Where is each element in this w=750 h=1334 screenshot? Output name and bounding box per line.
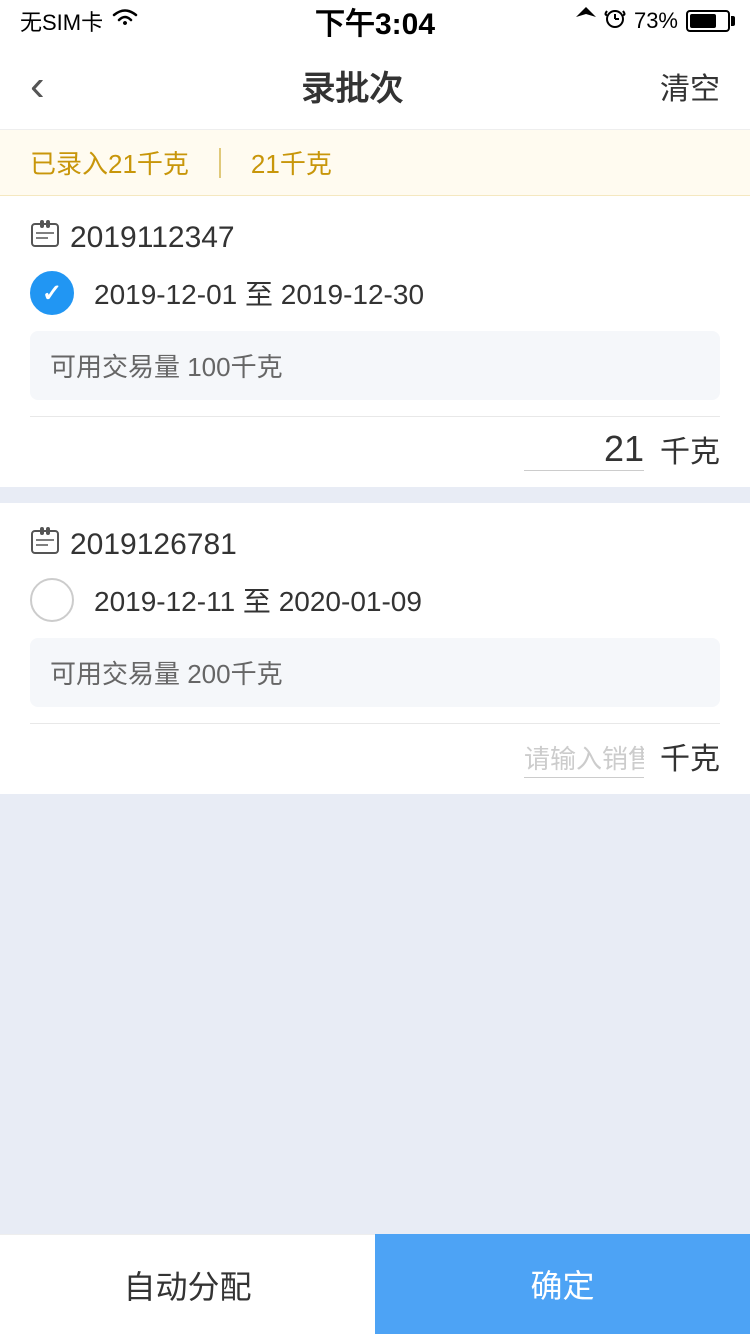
batch-1-header: 2019112347	[0, 196, 750, 263]
auto-distribute-button[interactable]: 自动分配	[0, 1234, 375, 1334]
batch-1-avail: 可用交易量 100千克	[30, 331, 720, 400]
confirm-button[interactable]: 确定	[375, 1234, 750, 1334]
section-separator-2	[0, 794, 750, 810]
batch-1-radio[interactable]	[30, 271, 74, 315]
batch-1-id: 2019112347	[70, 221, 235, 255]
wifi-icon	[111, 7, 139, 35]
footer: 自动分配 确定	[0, 1234, 750, 1334]
status-left: 无SIM卡	[20, 5, 139, 37]
batch-2-date: 2019-12-11 至 2020-01-09	[94, 580, 422, 620]
location-icon	[576, 7, 596, 35]
page-title: 录批次	[301, 61, 403, 110]
batch-card-2: 2019126781 2019-12-11 至 2020-01-09 可用交易量…	[0, 503, 750, 794]
clear-button[interactable]: 清空	[660, 64, 720, 108]
batch-2-quantity-row: 千克	[0, 724, 750, 794]
batch-2-header: 2019126781	[0, 503, 750, 570]
batch-1-date-row: 2019-12-01 至 2019-12-30	[0, 263, 750, 327]
alarm-icon	[604, 7, 626, 35]
section-separator-1	[0, 487, 750, 503]
status-bar: 无SIM卡 下午3:04	[0, 0, 750, 42]
info-divider	[219, 148, 221, 178]
batch-1-icon	[30, 220, 60, 255]
carrier-text: 无SIM卡	[20, 5, 103, 37]
battery-icon	[686, 10, 730, 32]
batch-1-unit: 千克	[660, 427, 720, 471]
batch-2-radio[interactable]	[30, 578, 74, 622]
batch-1-quantity-row: 千克	[0, 417, 750, 487]
battery-percent: 73%	[634, 8, 678, 34]
batch-2-id: 2019126781	[70, 528, 237, 562]
status-right: 73%	[576, 7, 730, 35]
batch-2-avail: 可用交易量 200千克	[30, 638, 720, 707]
batch-2-date-row: 2019-12-11 至 2020-01-09	[0, 570, 750, 634]
fill-background	[0, 810, 750, 1234]
info-value: 21千克	[251, 144, 332, 181]
batch-2-icon	[30, 527, 60, 562]
content-area: 2019112347 2019-12-01 至 2019-12-30 可用交易量…	[0, 196, 750, 1234]
back-button[interactable]: ‹	[30, 61, 45, 111]
batch-card-1: 2019112347 2019-12-01 至 2019-12-30 可用交易量…	[0, 196, 750, 487]
batch-2-quantity-input[interactable]	[524, 735, 644, 778]
info-bar: 已录入21千克 21千克	[0, 130, 750, 196]
batch-1-date: 2019-12-01 至 2019-12-30	[94, 273, 424, 313]
batch-1-quantity-input[interactable]	[524, 428, 644, 471]
info-label: 已录入21千克	[30, 144, 189, 181]
batch-2-unit: 千克	[660, 734, 720, 778]
status-time: 下午3:04	[315, 0, 435, 43]
header: ‹ 录批次 清空	[0, 42, 750, 130]
